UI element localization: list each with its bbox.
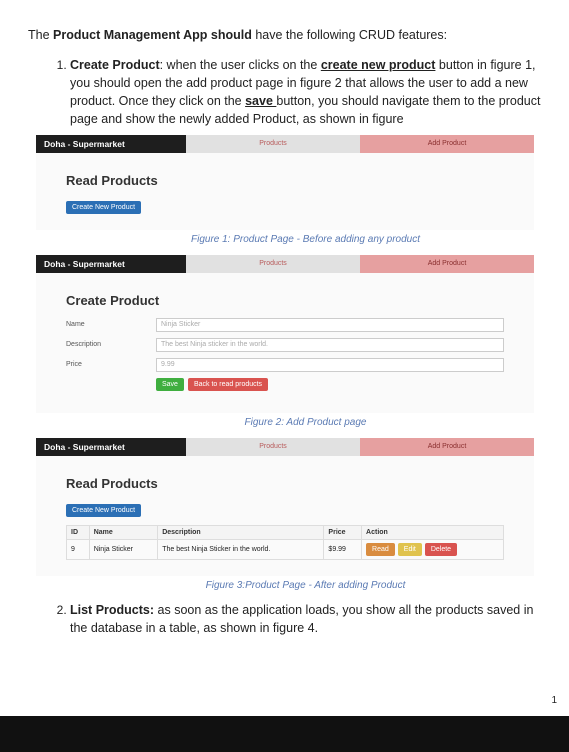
th-name: Name	[89, 525, 158, 539]
table-row: 9 Ninja Sticker The best Ninja Sticker i…	[67, 539, 504, 559]
figure-1: Doha - Supermarket Products Add Product …	[36, 135, 534, 230]
edit-button[interactable]: Edit	[398, 543, 422, 556]
delete-button[interactable]: Delete	[425, 543, 457, 556]
nav-products[interactable]: Products	[186, 438, 360, 456]
read-button[interactable]: Read	[366, 543, 395, 556]
nav-add-product[interactable]: Add Product	[360, 438, 534, 456]
page-number: 1	[0, 657, 569, 716]
figure-3: Doha - Supermarket Products Add Product …	[36, 438, 534, 576]
nav-products[interactable]: Products	[186, 135, 360, 153]
page-title: Create Product	[66, 293, 504, 308]
page-title: Read Products	[66, 173, 504, 188]
list-item-list: List Products: as soon as the applicatio…	[70, 601, 541, 637]
back-button[interactable]: Back to read products	[188, 378, 268, 391]
navbar-brand: Doha - Supermarket	[36, 255, 186, 273]
cell-name: Ninja Sticker	[89, 539, 158, 559]
price-input[interactable]: 9.99	[156, 358, 504, 372]
figure-3-caption: Figure 3:Product Page - After adding Pro…	[70, 580, 541, 591]
nav-add-product[interactable]: Add Product	[360, 255, 534, 273]
description-label: Description	[66, 338, 156, 352]
intro-text: The Product Management App should have t…	[28, 28, 541, 42]
th-price: Price	[324, 525, 362, 539]
price-label: Price	[66, 358, 156, 372]
figure-1-caption: Figure 1: Product Page - Before adding a…	[70, 234, 541, 245]
products-table: ID Name Description Price Action 9 Ninja…	[66, 525, 504, 560]
footer-bar	[0, 716, 569, 752]
list-item-create: Create Product: when the user clicks on …	[70, 56, 541, 591]
figure-2: Doha - Supermarket Products Add Product …	[36, 255, 534, 413]
navbar-brand: Doha - Supermarket	[36, 438, 186, 456]
name-label: Name	[66, 318, 156, 332]
nav-products[interactable]: Products	[186, 255, 360, 273]
name-input[interactable]: Ninja Sticker	[156, 318, 504, 332]
navbar-brand: Doha - Supermarket	[36, 135, 186, 153]
th-desc: Description	[158, 525, 324, 539]
description-input[interactable]: The best Ninja sticker in the world.	[156, 338, 504, 352]
cell-id: 9	[67, 539, 90, 559]
nav-add-product[interactable]: Add Product	[360, 135, 534, 153]
page-title: Read Products	[66, 476, 504, 491]
create-new-product-button[interactable]: Create New Product	[66, 201, 141, 214]
th-action: Action	[362, 525, 504, 539]
figure-2-caption: Figure 2: Add Product page	[70, 417, 541, 428]
th-id: ID	[67, 525, 90, 539]
cell-desc: The best Ninja Sticker in the world.	[158, 539, 324, 559]
save-button[interactable]: Save	[156, 378, 184, 391]
create-new-product-button[interactable]: Create New Product	[66, 504, 141, 517]
cell-price: $9.99	[324, 539, 362, 559]
